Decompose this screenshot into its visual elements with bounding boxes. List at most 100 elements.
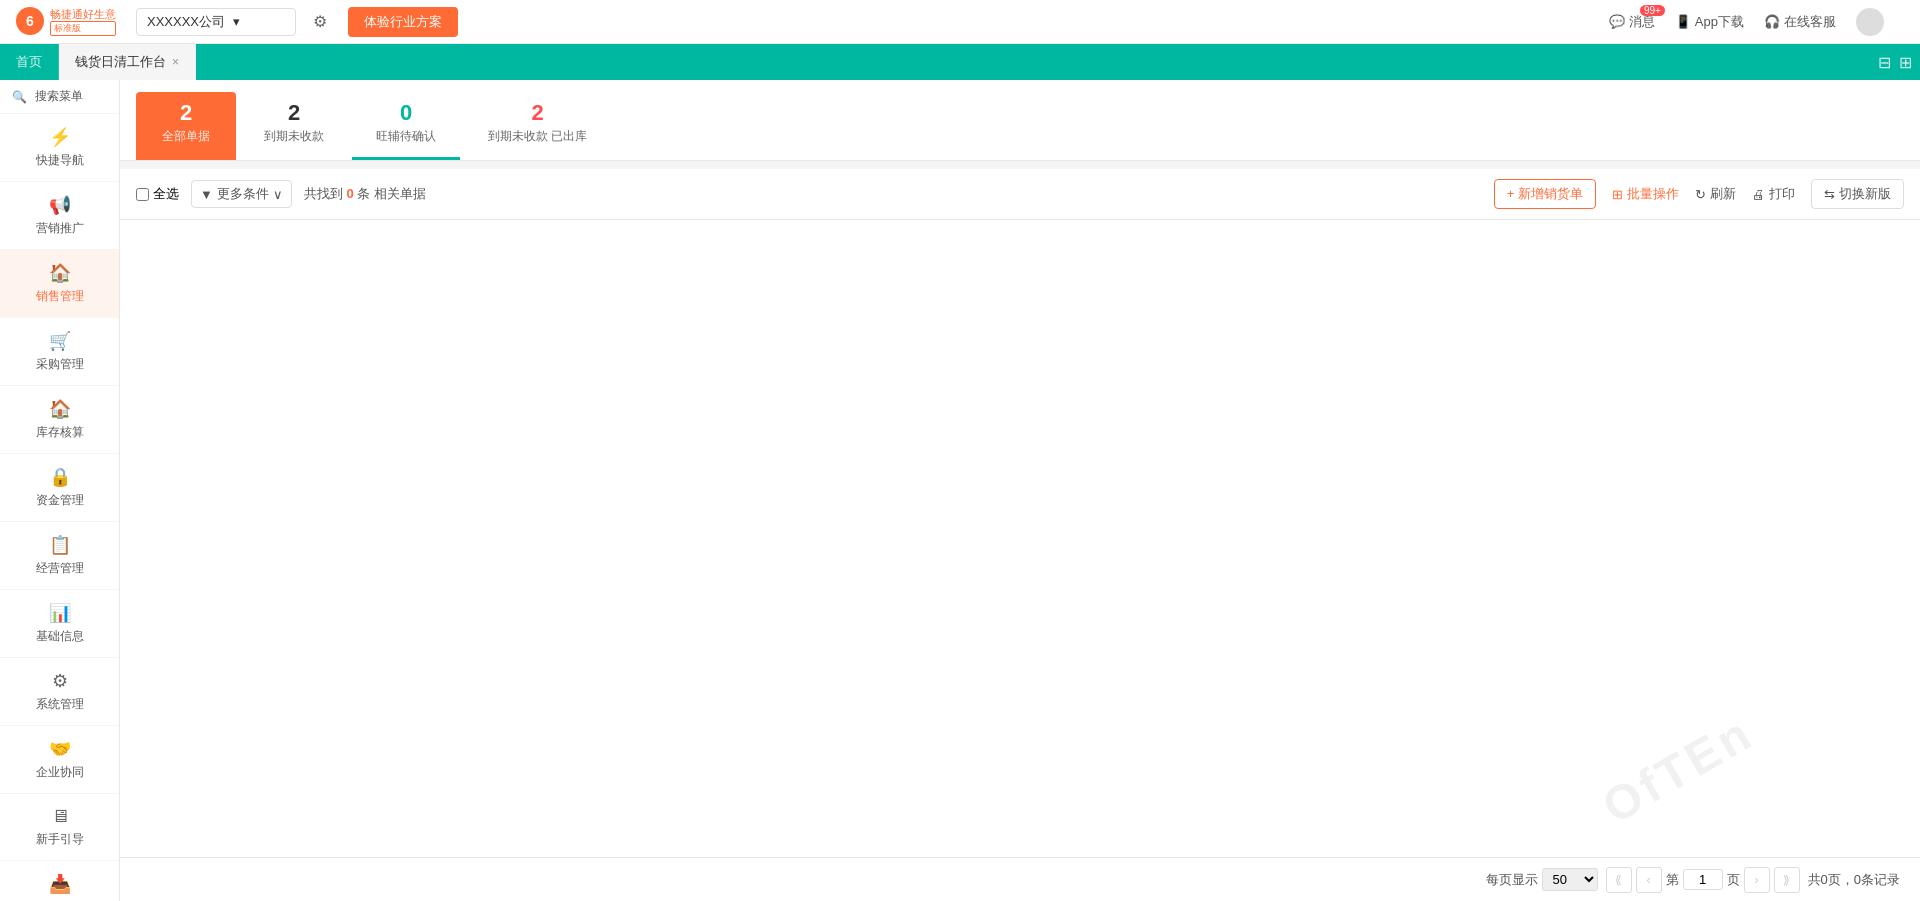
stats-count-overdue: 2 bbox=[288, 100, 300, 126]
found-suffix: 条 相关单据 bbox=[357, 186, 426, 201]
stats-label-overdue: 到期未收款 bbox=[264, 128, 324, 145]
switch-icon: ⇆ bbox=[1824, 187, 1835, 202]
message-button[interactable]: 💬 消息 99+ bbox=[1609, 13, 1655, 31]
sidebar-item-inventory[interactable]: 🏠 库存核算 bbox=[0, 386, 119, 454]
last-page-button[interactable]: ⟫ bbox=[1774, 867, 1800, 893]
app-name: 畅捷通好生意 bbox=[50, 7, 116, 21]
tab-current[interactable]: 钱货日清工作台 × bbox=[59, 44, 196, 80]
search-icon: 🔍 bbox=[12, 90, 27, 104]
refresh-icon: ↻ bbox=[1695, 187, 1706, 202]
toolbar-right: + 新增销货单 ⊞ 批量操作 ↻ 刷新 🖨 打印 ⇆ 切换新版 bbox=[1494, 179, 1904, 209]
stats-count-shipped: 2 bbox=[532, 100, 544, 126]
app-center-icon: 📥 bbox=[49, 873, 71, 895]
sidebar-item-guide[interactable]: 🖥 新手引导 bbox=[0, 794, 119, 861]
sidebar-item-sales[interactable]: 🏠 销售管理 bbox=[0, 250, 119, 318]
message-icon: 💬 bbox=[1609, 14, 1625, 29]
found-count: 0 bbox=[347, 186, 354, 201]
sidebar-item-app-center[interactable]: 📥 应用中心 bbox=[0, 861, 119, 901]
stats-tab-shipped[interactable]: 2 到期未收款 已出库 bbox=[464, 92, 611, 160]
select-all-checkbox[interactable]: 全选 bbox=[136, 185, 179, 203]
sales-icon: 🏠 bbox=[49, 262, 71, 284]
sidebar-item-label: 经营管理 bbox=[36, 560, 84, 577]
avatar[interactable] bbox=[1856, 8, 1884, 36]
download-icon: 📱 bbox=[1675, 14, 1691, 29]
sidebar-item-label: 系统管理 bbox=[36, 696, 84, 713]
switch-version-button[interactable]: ⇆ 切换新版 bbox=[1811, 179, 1904, 209]
sidebar: 🔍 搜索菜单 ⚡ 快捷导航 📢 营销推广 🏠 销售管理 🛒 采购管理 🏠 库存核… bbox=[0, 80, 120, 901]
basic-info-icon: 📊 bbox=[49, 602, 71, 624]
total-records-text: 共0页，0条记录 bbox=[1808, 871, 1900, 889]
stats-tab-all[interactable]: 2 全部单据 bbox=[136, 92, 236, 160]
company-selector[interactable]: XXXXXX公司 ▾ bbox=[136, 8, 296, 36]
per-page-select[interactable]: 50 10 20 100 bbox=[1542, 868, 1598, 891]
first-page-button[interactable]: ⟪ bbox=[1606, 867, 1632, 893]
app-download-label: App下载 bbox=[1695, 13, 1744, 31]
tab-minimize-icon[interactable]: ⊟ bbox=[1878, 53, 1891, 72]
batch-label: 批量操作 bbox=[1627, 185, 1679, 203]
stats-tab-pending[interactable]: 0 旺辅待确认 bbox=[352, 92, 460, 160]
print-button[interactable]: 🖨 打印 bbox=[1752, 185, 1795, 203]
system-icon: ⚙ bbox=[52, 670, 68, 692]
tab-current-label: 钱货日清工作台 bbox=[75, 53, 166, 71]
sidebar-item-label: 资金管理 bbox=[36, 492, 84, 509]
sidebar-item-label: 新手引导 bbox=[36, 831, 84, 848]
main-layout: 🔍 搜索菜单 ⚡ 快捷导航 📢 营销推广 🏠 销售管理 🛒 采购管理 🏠 库存核… bbox=[0, 80, 1920, 901]
filter-label: 更多条件 bbox=[217, 185, 269, 203]
tab-home[interactable]: 首页 bbox=[0, 44, 59, 80]
stats-tabs: 2 全部单据 2 到期未收款 0 旺辅待确认 2 到期未收款 已出库 bbox=[120, 80, 1920, 161]
print-icon: 🖨 bbox=[1752, 187, 1765, 202]
tab-maximize-icon[interactable]: ⊞ bbox=[1899, 53, 1912, 72]
prev-page-button[interactable]: ‹ bbox=[1636, 867, 1662, 893]
operations-icon: 📋 bbox=[49, 534, 71, 556]
settings-button[interactable]: ⚙ bbox=[304, 6, 336, 38]
online-service-button[interactable]: 🎧 在线客服 bbox=[1764, 13, 1836, 31]
sidebar-item-system[interactable]: ⚙ 系统管理 bbox=[0, 658, 119, 726]
content-area: 2 全部单据 2 到期未收款 0 旺辅待确认 2 到期未收款 已出库 全选 bbox=[120, 80, 1920, 901]
marketing-icon: 📢 bbox=[49, 194, 71, 216]
print-label: 打印 bbox=[1769, 185, 1795, 203]
add-sales-order-button[interactable]: + 新增销货单 bbox=[1494, 179, 1596, 209]
stats-label-pending: 旺辅待确认 bbox=[376, 128, 436, 145]
sidebar-item-cooperation[interactable]: 🤝 企业协同 bbox=[0, 726, 119, 794]
sidebar-item-quick-nav[interactable]: ⚡ 快捷导航 bbox=[0, 114, 119, 182]
sidebar-item-label: 营销推广 bbox=[36, 220, 84, 237]
sidebar-item-operations[interactable]: 📋 经营管理 bbox=[0, 522, 119, 590]
header-right: 💬 消息 99+ 📱 App下载 🎧 在线客服 bbox=[1609, 8, 1904, 36]
refresh-button[interactable]: ↻ 刷新 bbox=[1695, 185, 1736, 203]
sidebar-item-label: 快捷导航 bbox=[36, 152, 84, 169]
sidebar-item-finance[interactable]: 🔒 资金管理 bbox=[0, 454, 119, 522]
experience-btn[interactable]: 体验行业方案 bbox=[348, 7, 458, 37]
message-badge: 99+ bbox=[1640, 5, 1665, 16]
guide-icon: 🖥 bbox=[51, 806, 69, 827]
filter-icon: ▼ bbox=[200, 187, 213, 202]
select-all-input[interactable] bbox=[136, 188, 149, 201]
sidebar-item-marketing[interactable]: 📢 营销推广 bbox=[0, 182, 119, 250]
logo-icon: 6 bbox=[16, 7, 44, 35]
company-name: XXXXXX公司 bbox=[147, 13, 225, 31]
app-version: 标准版 bbox=[50, 21, 116, 36]
found-text: 共找到 0 条 相关单据 bbox=[304, 185, 426, 203]
page-label: 第 bbox=[1666, 871, 1679, 889]
stats-count-pending: 0 bbox=[400, 100, 412, 126]
tab-home-label: 首页 bbox=[16, 53, 42, 71]
stats-count-all: 2 bbox=[180, 100, 192, 126]
page-input[interactable] bbox=[1683, 869, 1723, 890]
sidebar-search[interactable]: 🔍 搜索菜单 bbox=[0, 80, 119, 114]
app-download-button[interactable]: 📱 App下载 bbox=[1675, 13, 1744, 31]
tab-close-icon[interactable]: × bbox=[172, 55, 179, 69]
toolbar-left: 全选 ▼ 更多条件 ∨ 共找到 0 条 相关单据 bbox=[136, 180, 426, 208]
filter-button[interactable]: ▼ 更多条件 ∨ bbox=[191, 180, 292, 208]
page-suffix: 页 bbox=[1727, 871, 1740, 889]
purchase-icon: 🛒 bbox=[49, 330, 71, 352]
switch-label: 切换新版 bbox=[1839, 185, 1891, 203]
sidebar-item-label: 基础信息 bbox=[36, 628, 84, 645]
table-area: OfTEn bbox=[120, 220, 1920, 857]
stats-tab-overdue[interactable]: 2 到期未收款 bbox=[240, 92, 348, 160]
sidebar-item-basic-info[interactable]: 📊 基础信息 bbox=[0, 590, 119, 658]
found-prefix: 共找到 bbox=[304, 186, 343, 201]
batch-operations-button[interactable]: ⊞ 批量操作 bbox=[1612, 185, 1679, 203]
page-size-selector: 每页显示 50 10 20 100 bbox=[1486, 868, 1598, 891]
sidebar-search-label: 搜索菜单 bbox=[35, 88, 83, 105]
next-page-button[interactable]: › bbox=[1744, 867, 1770, 893]
sidebar-item-purchase[interactable]: 🛒 采购管理 bbox=[0, 318, 119, 386]
